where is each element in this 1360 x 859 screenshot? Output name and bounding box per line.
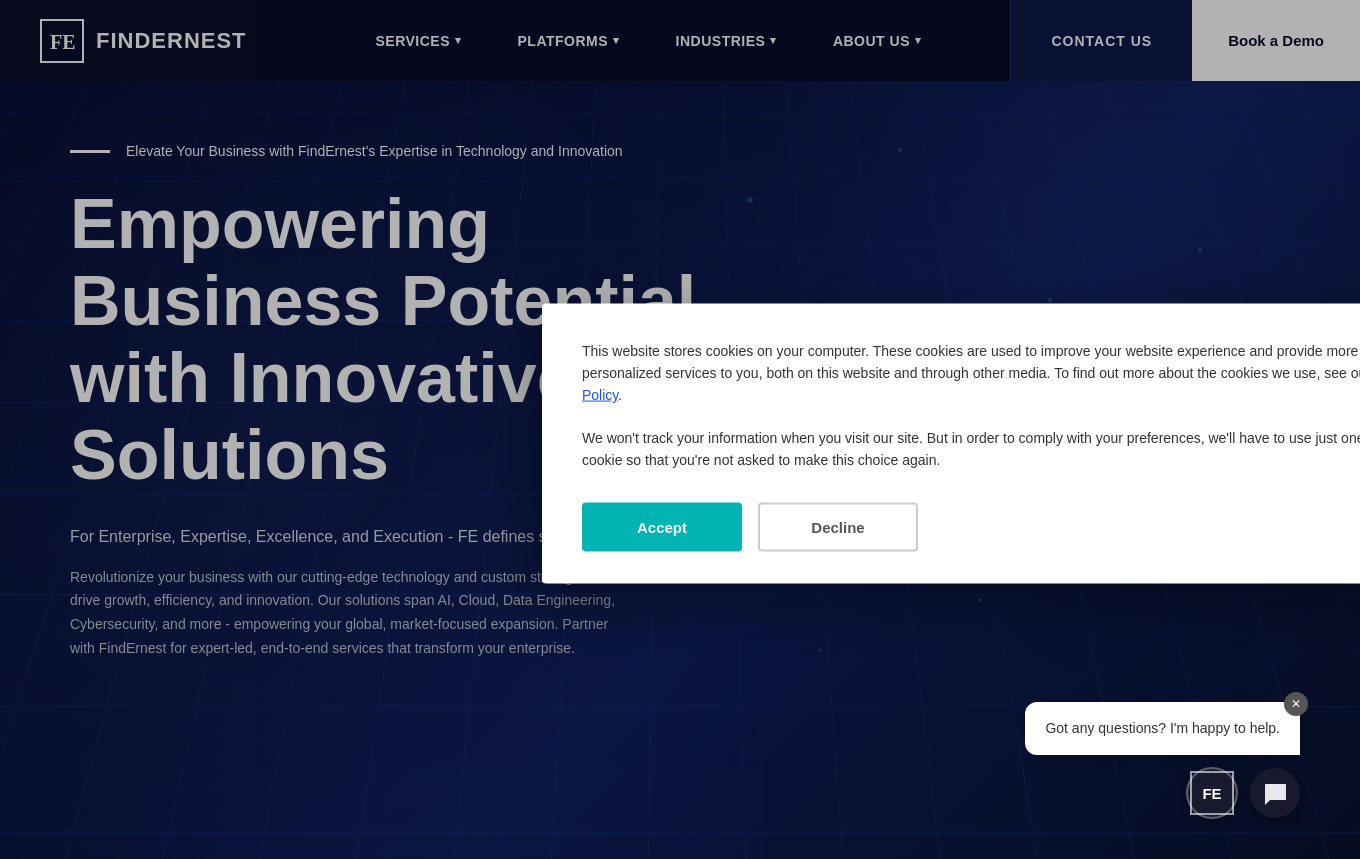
contact-us-button[interactable]: CONTACT US (1010, 0, 1192, 81)
chat-close-button[interactable]: ✕ (1284, 692, 1308, 716)
chat-icon (1262, 780, 1288, 806)
chat-widget: Got any questions? I'm happy to help. ✕ … (1025, 702, 1300, 819)
svg-text:FE: FE (50, 31, 76, 53)
chat-open-button[interactable] (1250, 768, 1300, 818)
tagline-line: Elevate Your Business with FindErnest's … (70, 141, 1290, 162)
book-demo-button[interactable]: Book a Demo (1192, 0, 1360, 81)
nav-link-services[interactable]: SERVICES ▾ (347, 0, 489, 81)
navigation: FE FINDERNEST SERVICES ▾ PLATFORMS ▾ IND… (0, 0, 1360, 81)
cookie-text-secondary: We won't track your information when you… (582, 426, 1360, 471)
nav-link-platforms[interactable]: PLATFORMS ▾ (490, 0, 648, 81)
chat-bubble: Got any questions? I'm happy to help. (1025, 702, 1300, 755)
fe-logo-svg: FE (48, 27, 76, 55)
nav-link-about[interactable]: ABOUT US ▾ (805, 0, 950, 81)
cookie-text-primary: This website stores cookies on your comp… (582, 339, 1360, 406)
chevron-down-icon: ▾ (770, 34, 777, 47)
tagline-dash (70, 150, 110, 153)
logo-icon: FE (40, 19, 84, 63)
tagline-text: Elevate Your Business with FindErnest's … (126, 141, 623, 162)
fe-icon: FE (1190, 771, 1234, 815)
cookie-buttons: Accept Decline (582, 503, 1360, 552)
logo[interactable]: FE FINDERNEST (0, 19, 287, 63)
nav-links: SERVICES ▾ PLATFORMS ▾ INDUSTRIES ▾ ABOU… (287, 0, 1011, 81)
chat-avatar-button[interactable]: FE (1186, 767, 1238, 819)
nav-link-industries[interactable]: INDUSTRIES ▾ (648, 0, 805, 81)
chat-bubble-wrapper: Got any questions? I'm happy to help. ✕ (1025, 702, 1300, 755)
logo-text: FINDERNEST (96, 28, 247, 54)
decline-button[interactable]: Decline (758, 503, 918, 552)
accept-button[interactable]: Accept (582, 503, 742, 552)
cookie-banner: ✕ This website stores cookies on your co… (542, 303, 1360, 584)
chevron-down-icon: ▾ (613, 34, 620, 47)
chevron-down-icon: ▾ (455, 34, 462, 47)
chevron-down-icon: ▾ (915, 34, 922, 47)
